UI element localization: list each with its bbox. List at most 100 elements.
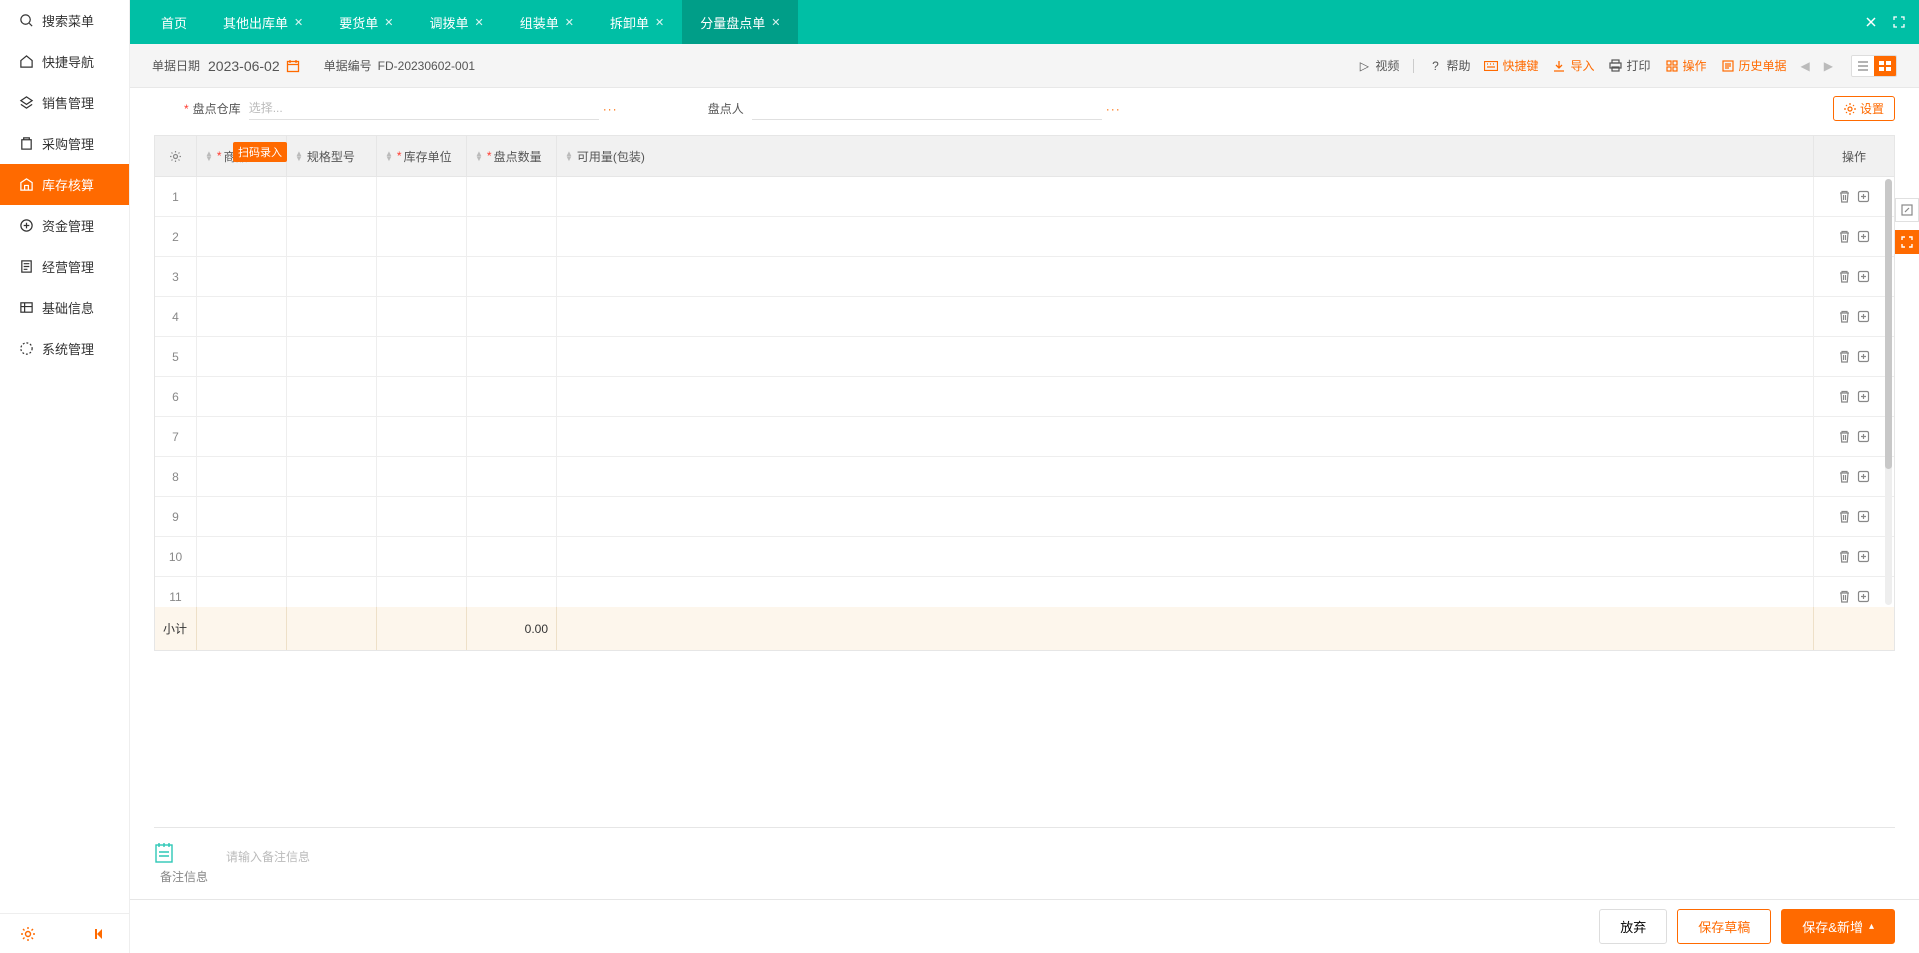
print-button[interactable]: 打印	[1608, 57, 1650, 74]
history-button[interactable]: 历史单据	[1721, 57, 1787, 74]
delete-row-icon[interactable]	[1838, 430, 1851, 443]
td-spec[interactable]	[287, 337, 377, 376]
operate-button[interactable]: 操作	[1665, 57, 1707, 74]
td-spec[interactable]	[287, 177, 377, 216]
tab-weight-stocktake[interactable]: 分量盘点单✕	[682, 0, 798, 44]
sidebar-item-sales[interactable]: 销售管理	[0, 82, 129, 123]
close-icon[interactable]: ✕	[655, 16, 664, 29]
delete-row-icon[interactable]	[1838, 590, 1851, 603]
date-value[interactable]: 2023-06-02	[208, 58, 280, 74]
td-spec[interactable]	[287, 417, 377, 456]
table-row[interactable]: 5	[155, 337, 1894, 377]
sidebar-item-quicknav[interactable]: 快捷导航	[0, 41, 129, 82]
delete-row-icon[interactable]	[1838, 230, 1851, 243]
delete-row-icon[interactable]	[1838, 510, 1851, 523]
td-product[interactable]	[197, 217, 287, 256]
video-button[interactable]: ▷视频	[1357, 57, 1399, 74]
td-qty[interactable]	[467, 417, 557, 456]
scrollbar-thumb[interactable]	[1885, 179, 1892, 469]
td-qty[interactable]	[467, 217, 557, 256]
table-row[interactable]: 10	[155, 537, 1894, 577]
add-row-icon[interactable]	[1857, 470, 1870, 483]
add-row-icon[interactable]	[1857, 270, 1870, 283]
view-list-icon[interactable]	[1852, 56, 1874, 76]
close-icon[interactable]: ✕	[294, 16, 303, 29]
th-spec[interactable]: ▲▼规格型号	[287, 136, 377, 176]
sidebar-item-basedata[interactable]: 基础信息	[0, 287, 129, 328]
add-row-icon[interactable]	[1857, 550, 1870, 563]
td-product[interactable]	[197, 457, 287, 496]
sidebar-item-search[interactable]: 搜索菜单	[0, 0, 129, 41]
delete-row-icon[interactable]	[1838, 470, 1851, 483]
discard-button[interactable]: 放弃	[1599, 909, 1667, 944]
sidebar-item-fund[interactable]: 资金管理	[0, 205, 129, 246]
add-row-icon[interactable]	[1857, 430, 1870, 443]
table-row[interactable]: 7	[155, 417, 1894, 457]
td-qty[interactable]	[467, 297, 557, 336]
sidebar-item-inventory[interactable]: 库存核算	[0, 164, 129, 205]
import-button[interactable]: 导入	[1552, 57, 1594, 74]
tab-disassemble[interactable]: 拆卸单✕	[592, 0, 682, 44]
save-draft-button[interactable]: 保存草稿	[1677, 909, 1771, 944]
close-icon[interactable]: ✕	[384, 16, 393, 29]
td-qty[interactable]	[467, 377, 557, 416]
tab-close-all-icon[interactable]	[1857, 0, 1885, 44]
td-product[interactable]	[197, 537, 287, 576]
td-product[interactable]	[197, 297, 287, 336]
add-row-icon[interactable]	[1857, 190, 1870, 203]
sidebar-item-mgmt[interactable]: 经营管理	[0, 246, 129, 287]
td-unit[interactable]	[377, 257, 467, 296]
collapse-icon[interactable]	[93, 928, 109, 940]
td-qty[interactable]	[467, 537, 557, 576]
td-product[interactable]	[197, 497, 287, 536]
add-row-icon[interactable]	[1857, 230, 1870, 243]
td-unit[interactable]	[377, 497, 467, 536]
td-spec[interactable]	[287, 257, 377, 296]
td-unit[interactable]	[377, 457, 467, 496]
delete-row-icon[interactable]	[1838, 390, 1851, 403]
table-row[interactable]: 8	[155, 457, 1894, 497]
td-unit[interactable]	[377, 217, 467, 256]
close-icon[interactable]: ✕	[565, 16, 574, 29]
th-product[interactable]: ▲▼*商品扫码录入	[197, 136, 287, 176]
th-gear[interactable]	[155, 136, 197, 176]
gear-icon[interactable]	[20, 926, 36, 942]
scan-tag[interactable]: 扫码录入	[233, 142, 287, 162]
calendar-icon[interactable]	[286, 59, 300, 73]
td-unit[interactable]	[377, 417, 467, 456]
add-row-icon[interactable]	[1857, 590, 1870, 603]
td-unit[interactable]	[377, 177, 467, 216]
td-spec[interactable]	[287, 457, 377, 496]
td-qty[interactable]	[467, 257, 557, 296]
delete-row-icon[interactable]	[1838, 310, 1851, 323]
td-qty[interactable]	[467, 457, 557, 496]
td-product[interactable]	[197, 417, 287, 456]
remark-input[interactable]	[214, 842, 1895, 882]
add-row-icon[interactable]	[1857, 510, 1870, 523]
checker-input[interactable]	[752, 97, 1102, 120]
close-icon[interactable]: ✕	[771, 16, 780, 29]
td-spec[interactable]	[287, 497, 377, 536]
td-spec[interactable]	[287, 297, 377, 336]
td-product[interactable]	[197, 177, 287, 216]
td-spec[interactable]	[287, 217, 377, 256]
td-spec[interactable]	[287, 377, 377, 416]
td-qty[interactable]	[467, 497, 557, 536]
td-unit[interactable]	[377, 577, 467, 607]
sidebar-item-purchase[interactable]: 采购管理	[0, 123, 129, 164]
th-qty[interactable]: ▲▼*盘点数量	[467, 136, 557, 176]
fullscreen-icon[interactable]	[1885, 0, 1913, 44]
td-unit[interactable]	[377, 377, 467, 416]
table-row[interactable]: 2	[155, 217, 1894, 257]
table-row[interactable]: 3	[155, 257, 1894, 297]
settings-button[interactable]: 设置	[1833, 96, 1895, 121]
tab-other-out[interactable]: 其他出库单✕	[205, 0, 321, 44]
table-row[interactable]: 6	[155, 377, 1894, 417]
next-page-icon[interactable]: ▶	[1824, 59, 1833, 73]
add-row-icon[interactable]	[1857, 310, 1870, 323]
delete-row-icon[interactable]	[1838, 550, 1851, 563]
tab-requisition[interactable]: 要货单✕	[321, 0, 411, 44]
checker-more-icon[interactable]: ···	[1106, 102, 1121, 116]
table-row[interactable]: 11	[155, 577, 1894, 607]
add-row-icon[interactable]	[1857, 350, 1870, 363]
